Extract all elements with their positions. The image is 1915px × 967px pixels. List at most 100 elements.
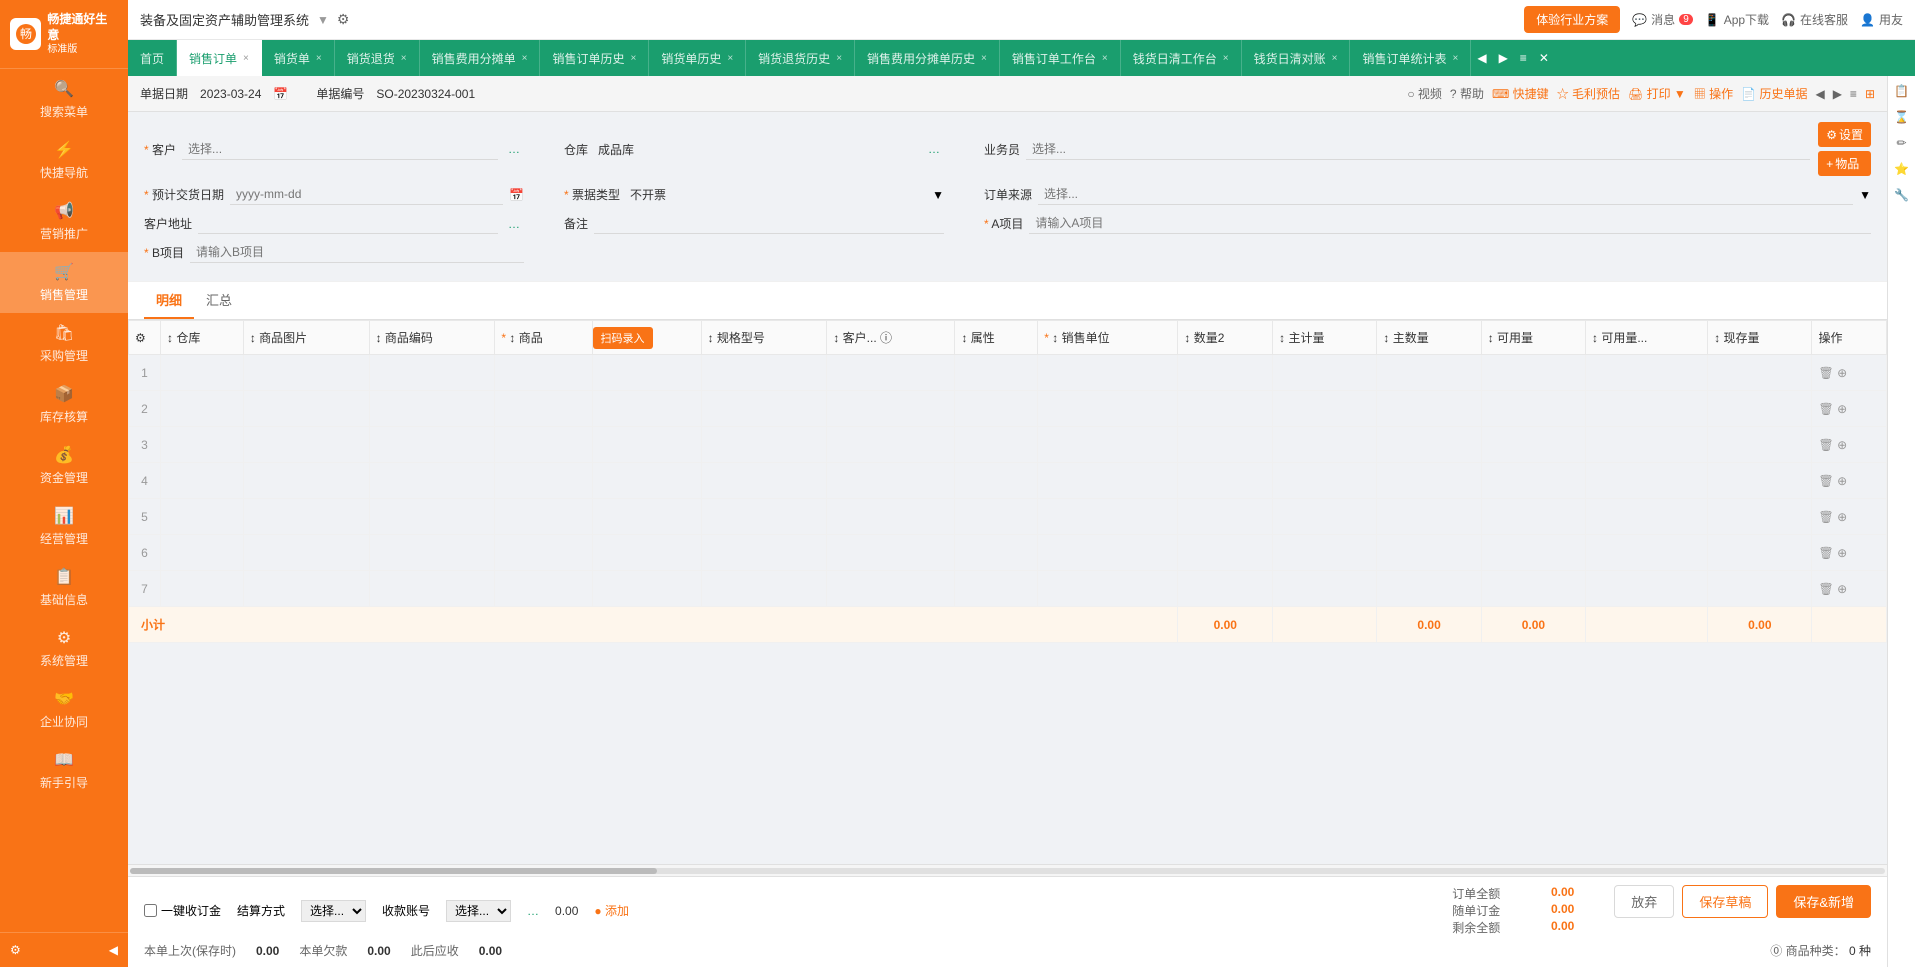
tab-close-icon[interactable]: × <box>727 53 733 64</box>
tab-sales-order-history[interactable]: 销售订单历史 × <box>540 40 649 76</box>
remark-input[interactable] <box>594 213 944 234</box>
tab-cash-reconcile[interactable]: 钱货日清对账 × <box>1242 40 1351 76</box>
delete-row-icon[interactable]: 🗑 <box>1818 510 1833 524</box>
tab-close-icon[interactable]: × <box>1223 53 1229 64</box>
cell-spec-2[interactable] <box>701 391 827 427</box>
sidebar-item-marketing[interactable]: 📢 营销推广 <box>0 191 128 252</box>
cell-qty2-1[interactable] <box>1178 355 1273 391</box>
horizontal-scrollbar[interactable] <box>128 864 1887 876</box>
view-toggle-left[interactable]: ◀ <box>1815 87 1824 101</box>
sidebar-item-basics[interactable]: 📋 基础信息 <box>0 557 128 618</box>
tab-detail[interactable]: 明细 <box>144 282 194 319</box>
tab-sales-fee[interactable]: 销售费用分摊单 × <box>420 40 541 76</box>
save-new-btn[interactable]: 保存&新增 <box>1776 885 1871 918</box>
receipt-account-select[interactable]: 选择... <box>446 900 511 922</box>
sidebar-collapse-icon[interactable]: ◀ <box>109 943 118 957</box>
copy-row-icon[interactable]: ⊕ <box>1837 546 1847 560</box>
cell-warehouse-1[interactable] <box>161 355 244 391</box>
cell-product-1[interactable] <box>495 355 592 391</box>
tab-cash-workbench[interactable]: 钱货日清工作台 × <box>1121 40 1242 76</box>
tab-sales-slip[interactable]: 销货单 × <box>262 40 335 76</box>
message-btn[interactable]: 💬 消息 9 <box>1632 11 1693 28</box>
view-list-icon[interactable]: ≡ <box>1850 87 1857 101</box>
cell-main-qty-1[interactable] <box>1377 355 1481 391</box>
sidebar-item-guide[interactable]: 📖 新手引导 <box>0 740 128 801</box>
sidebar-item-finance[interactable]: 💰 资金管理 <box>0 435 128 496</box>
profit-btn[interactable]: ☆ 毛利预估 <box>1557 85 1620 102</box>
col-settings[interactable]: ⚙ <box>129 321 161 355</box>
col-scan[interactable]: 扫码录入 <box>592 321 701 355</box>
cell-spec-1[interactable] <box>701 355 827 391</box>
receipt-dots[interactable]: … <box>527 904 539 918</box>
cell-unit-1[interactable] <box>1038 355 1178 391</box>
help-btn[interactable]: ? 帮助 <box>1450 85 1484 102</box>
delete-row-icon[interactable]: 🗑 <box>1818 546 1833 560</box>
tab-close-icon[interactable]: × <box>836 53 842 64</box>
tab-close-icon[interactable]: × <box>243 53 249 64</box>
view-toggle-right[interactable]: ▶ <box>1833 87 1842 101</box>
tab-sales-workbench[interactable]: 销售订单工作台 × <box>1000 40 1121 76</box>
history-btn[interactable]: 📄 历史单据 <box>1741 85 1807 102</box>
online-service-btn[interactable]: 🎧 在线客服 <box>1781 11 1848 28</box>
copy-row-icon[interactable]: ⊕ <box>1837 366 1847 380</box>
app-download-btn[interactable]: 📱 App下载 <box>1705 11 1769 28</box>
add-account-btn[interactable]: ● 添加 <box>594 902 629 919</box>
cell-unit-2[interactable] <box>1038 391 1178 427</box>
customer-dots[interactable]: … <box>504 142 524 156</box>
discard-btn[interactable]: 放弃 <box>1614 885 1674 918</box>
tab-summary[interactable]: 汇总 <box>194 282 244 319</box>
sidebar-item-operations[interactable]: 📊 经营管理 <box>0 496 128 557</box>
settlement-method-select[interactable]: 选择... <box>301 900 366 922</box>
customer-input[interactable] <box>182 139 498 160</box>
sidebar-item-enterprise[interactable]: 🤝 企业协同 <box>0 679 128 740</box>
tab-sales-order[interactable]: 销售订单 × <box>177 40 262 76</box>
dropdown-icon[interactable]: ▼ <box>317 13 329 27</box>
cell-qty2-2[interactable] <box>1178 391 1273 427</box>
add-goods-btn[interactable]: + 物品 <box>1818 151 1871 176</box>
tab-sales-return-history[interactable]: 销货退货历史 × <box>746 40 855 76</box>
cell-customer-2[interactable] <box>827 391 955 427</box>
user-menu[interactable]: 👤 用友 <box>1860 11 1903 28</box>
copy-row-icon[interactable]: ⊕ <box>1837 582 1847 596</box>
sidebar-item-purchase[interactable]: 🛍 采购管理 <box>0 313 128 374</box>
calendar-icon[interactable]: 📅 <box>273 87 288 101</box>
copy-row-icon[interactable]: ⊕ <box>1837 438 1847 452</box>
cell-code-1[interactable] <box>369 355 495 391</box>
tab-close-all-btn[interactable]: ✕ <box>1533 40 1555 76</box>
right-panel-btn-3[interactable]: ✏ <box>1891 132 1913 154</box>
copy-row-icon[interactable]: ⊕ <box>1837 474 1847 488</box>
cell-product-2[interactable] <box>495 391 592 427</box>
cell-code-3[interactable] <box>369 427 495 463</box>
one-click-checkbox-input[interactable] <box>144 904 157 917</box>
tab-sales-return[interactable]: 销货退货 × <box>335 40 420 76</box>
view-grid-icon[interactable]: ⊞ <box>1865 87 1875 101</box>
delete-row-icon[interactable]: 🗑 <box>1818 474 1833 488</box>
tab-close-icon[interactable]: × <box>401 53 407 64</box>
cell-main-qty-2[interactable] <box>1377 391 1481 427</box>
tab-menu-btn[interactable]: ≡ <box>1514 40 1533 76</box>
scan-btn[interactable]: 扫码录入 <box>593 327 653 349</box>
sidebar-settings-icon[interactable]: ⚙ <box>10 943 21 957</box>
tab-close-icon[interactable]: × <box>981 53 987 64</box>
tab-home[interactable]: 首页 <box>128 40 177 76</box>
sidebar-item-sales[interactable]: 🛒 销售管理 <box>0 252 128 313</box>
right-panel-btn-1[interactable]: 📋 <box>1891 80 1913 102</box>
delivery-date-input[interactable] <box>230 184 503 205</box>
b-project-input[interactable] <box>190 242 524 263</box>
right-panel-btn-2[interactable]: ⌛ <box>1891 106 1913 128</box>
cell-product-3[interactable] <box>495 427 592 463</box>
header-settings-icon[interactable]: ⚙ <box>337 11 350 28</box>
salesman-input[interactable] <box>1026 139 1810 160</box>
delete-row-icon[interactable]: 🗑 <box>1818 366 1833 380</box>
one-click-checkbox[interactable]: 一键收订金 <box>144 902 221 919</box>
addr-dots[interactable]: … <box>504 217 524 231</box>
warehouse-dots[interactable]: … <box>924 142 944 156</box>
date-value[interactable]: 2023-03-24 <box>200 87 261 101</box>
industry-btn[interactable]: 体验行业方案 <box>1524 6 1620 33</box>
cell-warehouse-3[interactable] <box>161 427 244 463</box>
tab-close-icon[interactable]: × <box>316 53 322 64</box>
delete-row-icon[interactable]: 🗑 <box>1818 402 1833 416</box>
tab-sales-slip-history[interactable]: 销货单历史 × <box>649 40 746 76</box>
invoice-dropdown[interactable]: ▼ <box>932 188 944 202</box>
order-source-input[interactable] <box>1038 184 1853 205</box>
